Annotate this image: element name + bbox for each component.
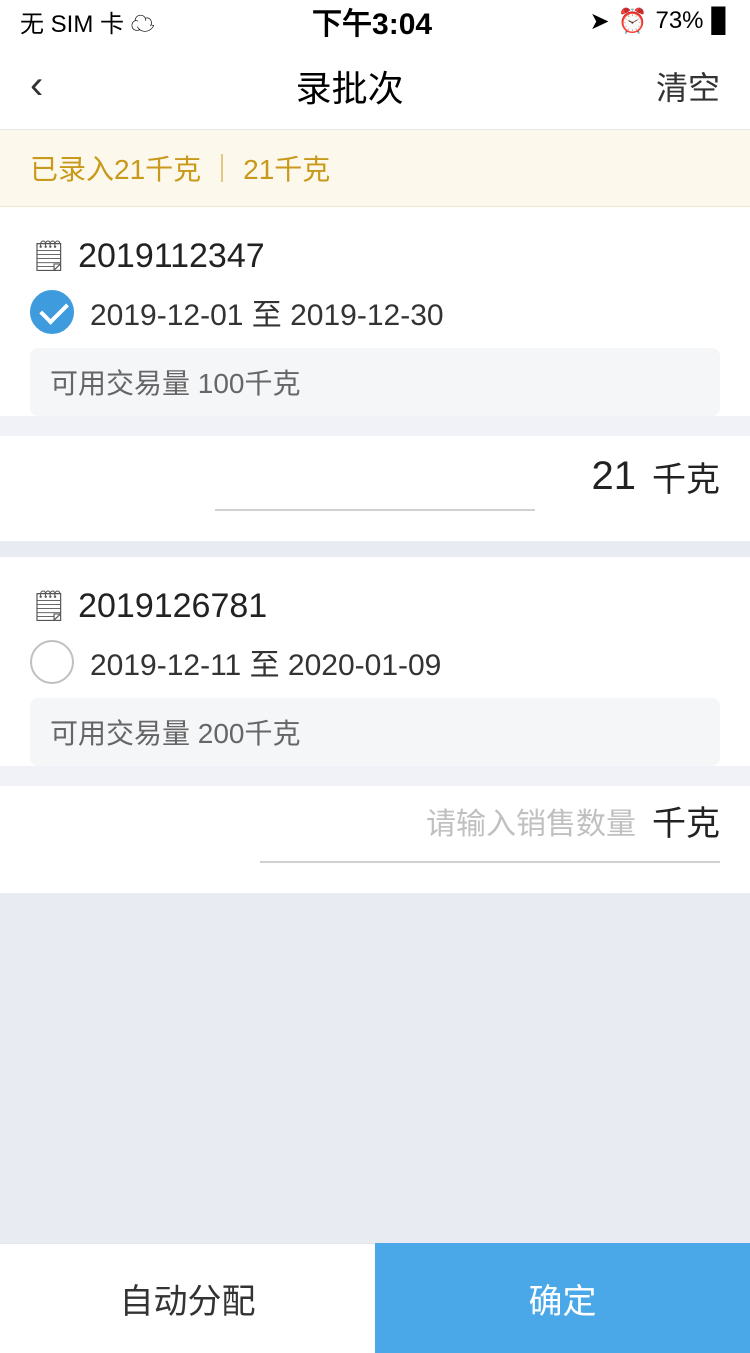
- recorded-label: 已录入21千克: [30, 148, 201, 188]
- batch-card-1: 🗒 2019112347 2019-12-01 至 2019-12-30 可用交…: [0, 207, 750, 416]
- page-title: 录批次: [296, 60, 404, 112]
- radio-button-2[interactable]: [30, 640, 74, 684]
- quantity-row-1: 21 千克: [0, 436, 750, 501]
- input-underline-container-2: [0, 861, 750, 893]
- summary-bar: 已录入21千克 21千克: [0, 130, 750, 207]
- alarm-icon: ⏰: [618, 7, 648, 36]
- batch-icon-2: 🗒: [30, 589, 68, 624]
- batch-date-1: 2019-12-01 至 2019-12-30: [90, 290, 444, 334]
- total-label: 21千克: [243, 148, 330, 188]
- quantity-value-1: 21: [592, 454, 637, 499]
- batch-date-2: 2019-12-11 至 2020-01-09: [90, 640, 441, 684]
- status-time: 下午3:04: [312, 0, 432, 43]
- input-placeholder-2: 请输入销售数量: [30, 799, 636, 843]
- batch-available-2: 可用交易量 200千克: [30, 698, 720, 766]
- status-right: ➤ ⏰ 73% ▊: [589, 7, 730, 36]
- input-underline-2: [260, 861, 720, 863]
- radio-button-1[interactable]: [30, 290, 74, 334]
- clear-button[interactable]: 清空: [656, 63, 720, 109]
- quantity-underline-container-1: [0, 501, 750, 541]
- batch-header-2: 🗒 2019126781: [30, 587, 720, 626]
- battery-label: 73%: [655, 7, 703, 35]
- status-left: 无 SIM 卡 ☁: [20, 4, 155, 39]
- input-unit-2: 千克: [652, 796, 720, 845]
- nav-bar: ‹ 录批次 清空: [0, 42, 750, 130]
- batch-input-row-2[interactable]: 请输入销售数量 千克: [0, 786, 750, 861]
- batch-header-1: 🗒 2019112347: [30, 237, 720, 276]
- batch-icon-1: 🗒: [30, 239, 68, 274]
- batch-available-1: 可用交易量 100千克: [30, 348, 720, 416]
- status-bar: 无 SIM 卡 ☁ 下午3:04 ➤ ⏰ 73% ▊: [0, 0, 750, 42]
- batch-date-row-1: 2019-12-01 至 2019-12-30: [30, 290, 720, 334]
- input-area-2: 请输入销售数量 千克: [0, 786, 750, 893]
- location-icon: ➤: [589, 7, 609, 36]
- batch-id-2: 2019126781: [78, 587, 267, 626]
- bottom-bar: 自动分配 确定: [0, 1243, 750, 1353]
- battery-icon: ▊: [712, 7, 730, 36]
- auto-distribute-button[interactable]: 自动分配: [0, 1243, 375, 1353]
- batch-card-2: 🗒 2019126781 2019-12-11 至 2020-01-09 可用交…: [0, 557, 750, 766]
- quantity-underline-1: [215, 509, 535, 511]
- summary-divider: [221, 154, 223, 182]
- confirm-button[interactable]: 确定: [375, 1243, 750, 1353]
- section-divider: [0, 541, 750, 557]
- no-sim-label: 无 SIM 卡 ☁: [20, 4, 155, 39]
- quantity-unit-1: 千克: [652, 452, 720, 501]
- back-button[interactable]: ‹: [30, 63, 43, 108]
- batch-date-row-2: 2019-12-11 至 2020-01-09: [30, 640, 720, 684]
- batch-id-1: 2019112347: [78, 237, 265, 276]
